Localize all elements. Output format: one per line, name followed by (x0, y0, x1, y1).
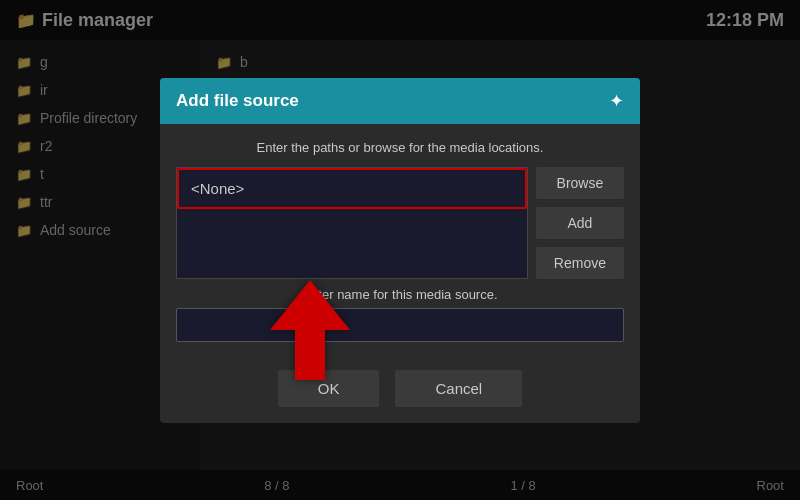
add-file-source-dialog: Add file source ✦ Enter the paths or bro… (160, 78, 640, 423)
dialog-footer: OK Cancel (160, 358, 640, 423)
ok-button[interactable]: OK (278, 370, 380, 407)
dialog-name-section: Enter name for this media source. (176, 287, 624, 342)
source-path-input[interactable]: <None> (177, 168, 527, 209)
dialog-input-row: <None> Browse Add Remove (176, 167, 624, 279)
name-label: Enter name for this media source. (176, 287, 624, 302)
dialog-body: Enter the paths or browse for the media … (160, 124, 640, 358)
kodi-logo-icon: ✦ (609, 90, 624, 112)
cancel-button[interactable]: Cancel (395, 370, 522, 407)
media-source-name-input[interactable] (176, 308, 624, 342)
dialog-overlay: Add file source ✦ Enter the paths or bro… (0, 0, 800, 500)
dialog-side-buttons: Browse Add Remove (536, 167, 624, 279)
dialog-title: Add file source (176, 91, 299, 111)
dialog-description: Enter the paths or browse for the media … (176, 140, 624, 155)
sources-list-area: <None> (176, 167, 528, 279)
remove-button[interactable]: Remove (536, 247, 624, 279)
dialog-header: Add file source ✦ (160, 78, 640, 124)
app-background: 📁 File manager 12:18 PM 📁 g 📁 ir 📁 Profi… (0, 0, 800, 500)
browse-button[interactable]: Browse (536, 167, 624, 199)
add-button[interactable]: Add (536, 207, 624, 239)
